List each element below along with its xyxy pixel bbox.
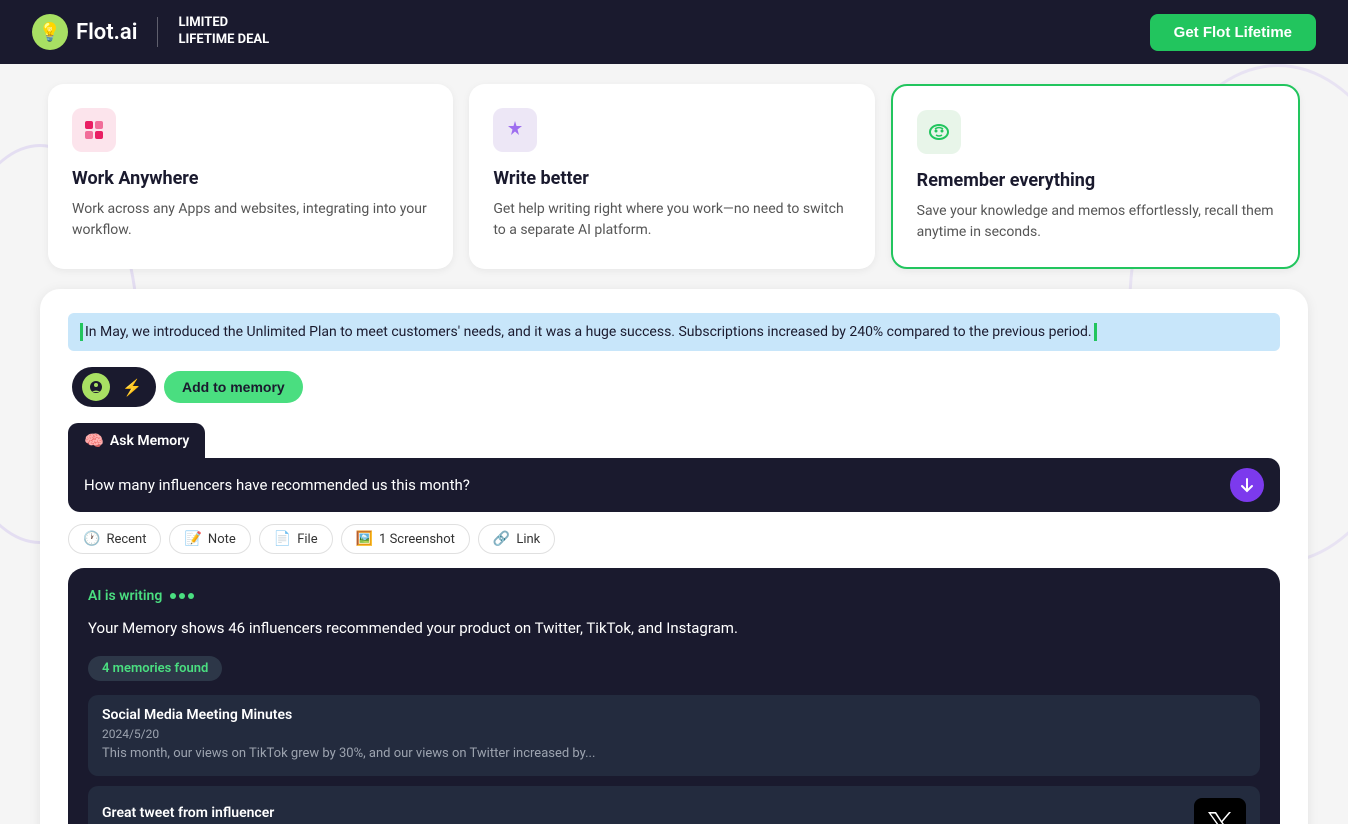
memory-item-1-meta: 2024/5/20	[102, 727, 1246, 741]
demo-container: In May, we introduced the Unlimited Plan…	[40, 289, 1308, 824]
memory-item-2-title: Great tweet from influencer	[102, 805, 525, 821]
memory-item-2[interactable]: Great tweet from influencer 2024/5/19 ht…	[88, 786, 1260, 824]
filter-tab-file[interactable]: 📄 File	[259, 524, 333, 554]
dot-1	[170, 593, 176, 599]
search-query-text[interactable]: How many influencers have recommended us…	[84, 476, 1220, 494]
work-anywhere-desc: Work across any Apps and websites, integ…	[72, 199, 429, 241]
cursor-start	[80, 323, 83, 341]
memory-item-1-date: 2024/5/20	[102, 727, 159, 741]
memory-item-2-content: Great tweet from influencer 2024/5/19 ht…	[102, 798, 1246, 824]
filter-tab-note[interactable]: 📝 Note	[169, 524, 250, 554]
link-icon: 🔗	[493, 531, 510, 547]
logo-divider	[157, 17, 158, 47]
filter-tab-recent[interactable]: 🕐 Recent	[68, 524, 161, 554]
flot-icon-btn[interactable]	[82, 373, 110, 401]
add-to-memory-button[interactable]: Add to memory	[164, 371, 303, 403]
memory-item-1-title: Social Media Meeting Minutes	[102, 707, 1246, 723]
logo-text: Flot.ai	[76, 20, 137, 45]
memories-badge: 4 memories found	[88, 656, 222, 681]
cursor-end	[1094, 323, 1097, 341]
cta-button[interactable]: Get Flot Lifetime	[1150, 14, 1316, 51]
result-area: AI is writing Your Memory shows 46 influ…	[68, 568, 1280, 824]
selected-text-block: In May, we introduced the Unlimited Plan…	[68, 313, 1280, 351]
remember-desc: Save your knowledge and memos effortless…	[917, 201, 1274, 243]
write-better-title: Write better	[493, 168, 850, 189]
logo-area: 💡 Flot.ai LIMITED LIFETIME DEAL	[32, 14, 269, 50]
main-content: Work Anywhere Work across any Apps and w…	[0, 64, 1348, 824]
filter-tabs: 🕐 Recent 📝 Note 📄 File 🖼️ 1 Screenshot 🔗	[68, 524, 1280, 554]
floating-toolbar: ⚡ Add to memory	[72, 367, 1280, 407]
write-better-icon	[493, 108, 537, 152]
remember-title: Remember everything	[917, 170, 1274, 191]
ask-memory-icon: 🧠	[84, 431, 104, 450]
header: 💡 Flot.ai LIMITED LIFETIME DEAL Get Flot…	[0, 0, 1348, 64]
filter-tab-screenshot[interactable]: 🖼️ 1 Screenshot	[341, 524, 470, 554]
filter-tab-link[interactable]: 🔗 Link	[478, 524, 555, 554]
toolbar-icon-group: ⚡	[72, 367, 156, 407]
work-anywhere-title: Work Anywhere	[72, 168, 429, 189]
memory-item-1-desc: This month, our views on TikTok grew by …	[102, 745, 1246, 763]
memory-item-1[interactable]: Social Media Meeting Minutes 2024/5/20 T…	[88, 695, 1260, 775]
feature-card-write-better: Write better Get help writing right wher…	[469, 84, 874, 269]
twitter-thumbnail	[1194, 798, 1246, 824]
ask-memory-tab[interactable]: 🧠 Ask Memory	[68, 423, 205, 458]
write-better-desc: Get help writing right where you work—no…	[493, 199, 850, 241]
remember-icon	[917, 110, 961, 154]
screenshot-icon: 🖼️	[356, 531, 373, 547]
recent-icon: 🕐	[83, 531, 100, 547]
features-row: Work Anywhere Work across any Apps and w…	[0, 84, 1348, 269]
memory-item-2-left: Great tweet from influencer 2024/5/19 ht…	[102, 805, 525, 824]
file-icon: 📄	[274, 531, 291, 547]
feature-card-work-anywhere: Work Anywhere Work across any Apps and w…	[48, 84, 453, 269]
loading-dots	[170, 593, 194, 599]
feature-card-remember: Remember everything Save your knowledge …	[891, 84, 1300, 269]
ai-writing-label: AI is writing	[88, 588, 1260, 604]
note-icon: 📝	[184, 531, 201, 547]
selected-text: In May, we introduced the Unlimited Plan…	[68, 313, 1280, 351]
search-send-button[interactable]	[1230, 468, 1264, 502]
search-bar: How many influencers have recommended us…	[68, 458, 1280, 512]
logo-deal: LIMITED LIFETIME DEAL	[178, 15, 269, 49]
result-text: Your Memory shows 46 influencers recomme…	[88, 616, 1260, 640]
logo-icon: 💡	[32, 14, 68, 50]
star-icon-btn[interactable]: ⚡	[118, 373, 146, 401]
work-anywhere-icon	[72, 108, 116, 152]
dot-3	[188, 593, 194, 599]
dot-2	[179, 593, 185, 599]
